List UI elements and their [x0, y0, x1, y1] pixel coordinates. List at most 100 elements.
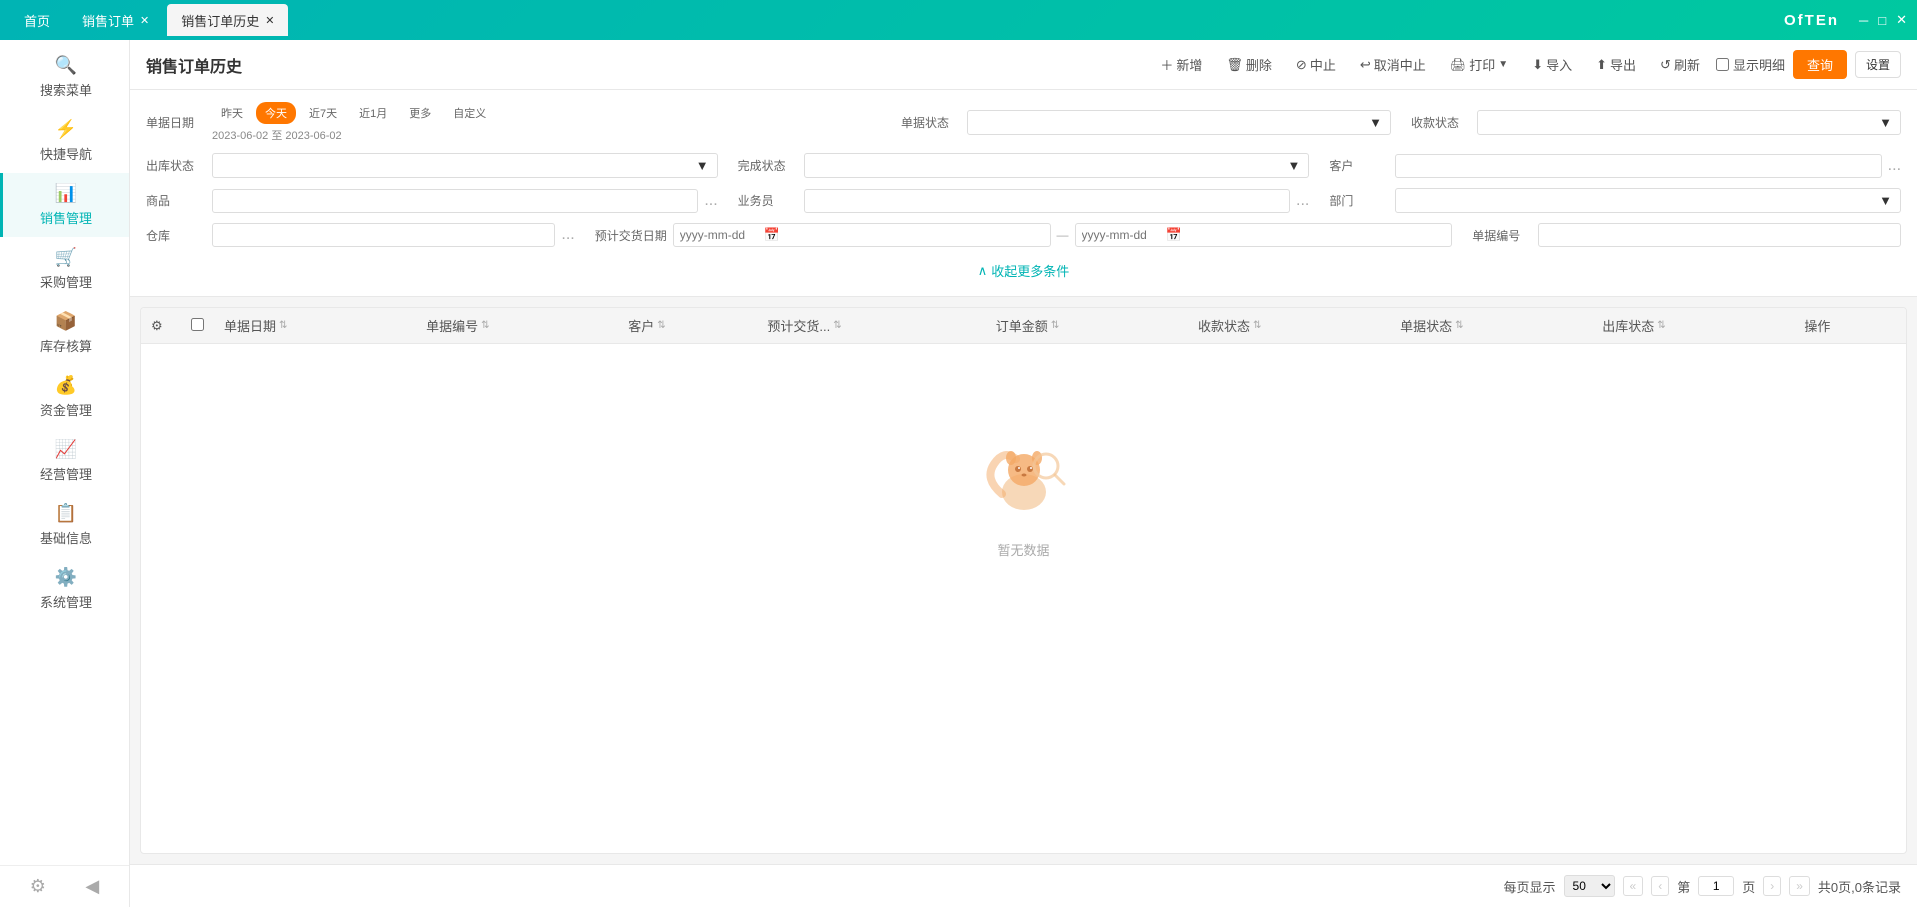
- filter-warehouse-input[interactable]: [212, 223, 555, 247]
- filter-goods-dots[interactable]: ...: [704, 192, 717, 210]
- sort-pay-status-icon[interactable]: ⇅: [1253, 320, 1261, 331]
- close-tab-sales-history[interactable]: ✕: [265, 14, 274, 27]
- date-chip-today[interactable]: 今天: [256, 102, 296, 124]
- sidebar-item-quick-nav[interactable]: ⚡ 快捷导航: [0, 109, 129, 173]
- th-delivery[interactable]: 预计交货... ⇅: [757, 308, 985, 344]
- add-button[interactable]: ＋ 新增: [1152, 51, 1210, 78]
- cancel-stop-button[interactable]: ↩ 取消中止: [1352, 51, 1434, 78]
- delete-icon: 🗑: [1226, 57, 1243, 73]
- sort-customer-icon[interactable]: ⇅: [657, 320, 665, 331]
- tab-home[interactable]: 首页: [10, 4, 64, 36]
- filter-complete-status-select[interactable]: ▼: [804, 153, 1310, 178]
- settings-button[interactable]: 设置: [1855, 51, 1901, 78]
- filter-order-no-input[interactable]: [1538, 223, 1901, 247]
- print-button[interactable]: 🖨 打印 ▼: [1442, 51, 1516, 78]
- sort-out-status-icon[interactable]: ⇅: [1657, 320, 1665, 331]
- filter-customer-dots[interactable]: ...: [1888, 157, 1901, 175]
- tab-sales-order-history[interactable]: 销售订单历史 ✕: [167, 4, 288, 36]
- th-settings[interactable]: ⚙: [141, 308, 181, 344]
- sidebar-item-purchase-mgmt[interactable]: 🛒 采购管理: [0, 237, 129, 301]
- filter-pay-status-label: 收款状态: [1411, 114, 1471, 131]
- th-check[interactable]: [181, 308, 214, 344]
- calendar-start-icon[interactable]: 📅: [764, 227, 780, 243]
- delivery-date-start-wrap: 📅: [673, 223, 1051, 247]
- export-button[interactable]: ⬆ 导出: [1588, 51, 1644, 78]
- th-customer[interactable]: 客户 ⇅: [618, 308, 757, 344]
- sidebar-item-operations[interactable]: 📈 经营管理: [0, 429, 129, 493]
- th-no[interactable]: 单据编号 ⇅: [416, 308, 618, 344]
- filter-salesman-input[interactable]: [804, 189, 1290, 213]
- sidebar-item-search-menu[interactable]: 🔍 搜索菜单: [0, 45, 129, 109]
- select-all-checkbox[interactable]: [191, 318, 204, 331]
- calendar-end-icon[interactable]: 📅: [1166, 227, 1182, 243]
- sidebar-item-system[interactable]: ⚙️ 系统管理: [0, 557, 129, 621]
- filter-dept-label: 部门: [1329, 192, 1389, 209]
- sort-order-status-icon[interactable]: ⇅: [1455, 320, 1463, 331]
- sales-mgmt-icon: 📊: [55, 183, 77, 204]
- delivery-date-start-input[interactable]: [680, 228, 760, 242]
- query-button[interactable]: 查询: [1793, 50, 1847, 79]
- top-bar: 首页 销售订单 ✕ 销售订单历史 ✕ OfTEn ─ □ ✕: [0, 0, 1917, 40]
- th-amount[interactable]: 订单金额 ⇅: [986, 308, 1188, 344]
- filter-goods-input[interactable]: [212, 189, 698, 213]
- settings-bottom-icon[interactable]: ⚙: [30, 876, 46, 897]
- page-number-input[interactable]: [1698, 876, 1734, 896]
- sort-amount-icon[interactable]: ⇅: [1051, 320, 1059, 331]
- window-close[interactable]: ✕: [1896, 12, 1907, 28]
- th-out-status[interactable]: 出库状态 ⇅: [1592, 308, 1794, 344]
- per-page-label: 每页显示: [1504, 877, 1556, 896]
- import-button[interactable]: ⬇ 导入: [1524, 51, 1580, 78]
- sort-delivery-icon[interactable]: ⇅: [833, 320, 841, 331]
- th-pay-status[interactable]: 收款状态 ⇅: [1188, 308, 1390, 344]
- display-dense-checkbox[interactable]: [1716, 58, 1729, 71]
- sort-no-icon[interactable]: ⇅: [481, 320, 489, 331]
- table-area: ⚙ 单据日期 ⇅ 单据编号: [140, 307, 1907, 854]
- refresh-button[interactable]: ↺ 刷新: [1652, 51, 1708, 78]
- sidebar-collapse-icon[interactable]: ◀: [85, 876, 99, 897]
- delivery-date-end-input[interactable]: [1082, 228, 1162, 242]
- sidebar-item-info[interactable]: 📋 基础信息: [0, 493, 129, 557]
- collapse-filter-row[interactable]: ∧ 收起更多条件: [146, 257, 1901, 284]
- delete-button[interactable]: 🗑 删除: [1218, 51, 1280, 78]
- filter-order-status-select[interactable]: ▼: [967, 110, 1391, 135]
- filter-customer-input[interactable]: [1395, 154, 1881, 178]
- page-label: 第: [1677, 877, 1690, 896]
- close-tab-sales-order[interactable]: ✕: [140, 14, 149, 27]
- filter-row-4: 仓库 ... 预计交货日期 📅 — 📅: [146, 223, 1901, 247]
- tab-sales-order[interactable]: 销售订单 ✕: [68, 4, 163, 36]
- sidebar: 🔍 搜索菜单 ⚡ 快捷导航 📊 销售管理 🛒 采购管理 📦 库存核算 💰 资金管…: [0, 40, 130, 907]
- table-settings-icon[interactable]: ⚙: [151, 318, 163, 333]
- sidebar-item-sales-mgmt[interactable]: 📊 销售管理: [0, 173, 129, 237]
- cancel-stop-icon: ↩: [1360, 57, 1371, 73]
- window-maximize[interactable]: □: [1878, 13, 1886, 28]
- next-page-btn[interactable]: ›: [1763, 876, 1781, 896]
- stop-button[interactable]: ⊘ 中止: [1288, 51, 1344, 78]
- th-date[interactable]: 单据日期 ⇅: [214, 308, 416, 344]
- search-menu-icon: 🔍: [55, 55, 77, 76]
- filter-warehouse-dots[interactable]: ...: [561, 226, 574, 244]
- per-page-select[interactable]: 20 50 100: [1564, 875, 1615, 897]
- sidebar-item-finance[interactable]: 💰 资金管理: [0, 365, 129, 429]
- add-icon: ＋: [1160, 55, 1173, 74]
- filter-pay-status-select[interactable]: ▼: [1477, 110, 1901, 135]
- date-chip-last1m[interactable]: 近1月: [350, 102, 396, 124]
- filter-dept-select[interactable]: ▼: [1395, 188, 1901, 213]
- last-page-btn[interactable]: »: [1789, 876, 1810, 896]
- date-chip-last7[interactable]: 近7天: [300, 102, 346, 124]
- sidebar-item-inventory[interactable]: 📦 库存核算: [0, 301, 129, 365]
- first-page-btn[interactable]: «: [1623, 876, 1644, 896]
- operations-icon: 📈: [55, 439, 77, 460]
- sort-date-icon[interactable]: ⇅: [279, 320, 287, 331]
- filter-salesman-dots[interactable]: ...: [1296, 192, 1309, 210]
- date-chip-yesterday[interactable]: 昨天: [212, 102, 252, 124]
- th-order-status[interactable]: 单据状态 ⇅: [1390, 308, 1592, 344]
- filter-out-status-select[interactable]: ▼: [212, 153, 718, 178]
- window-minimize[interactable]: ─: [1859, 13, 1868, 28]
- filter-area: 单据日期 昨天 今天 近7天 近1月 更多 自定义 2023-06-02 至 2…: [130, 90, 1917, 297]
- import-icon: ⬇: [1532, 57, 1543, 73]
- date-chip-custom[interactable]: 自定义: [444, 102, 495, 124]
- date-chip-more[interactable]: 更多: [400, 102, 440, 124]
- prev-page-btn[interactable]: ‹: [1651, 876, 1669, 896]
- display-dense-toggle[interactable]: 显示明细: [1716, 55, 1785, 74]
- sidebar-bottom: ⚙ ◀: [0, 865, 129, 907]
